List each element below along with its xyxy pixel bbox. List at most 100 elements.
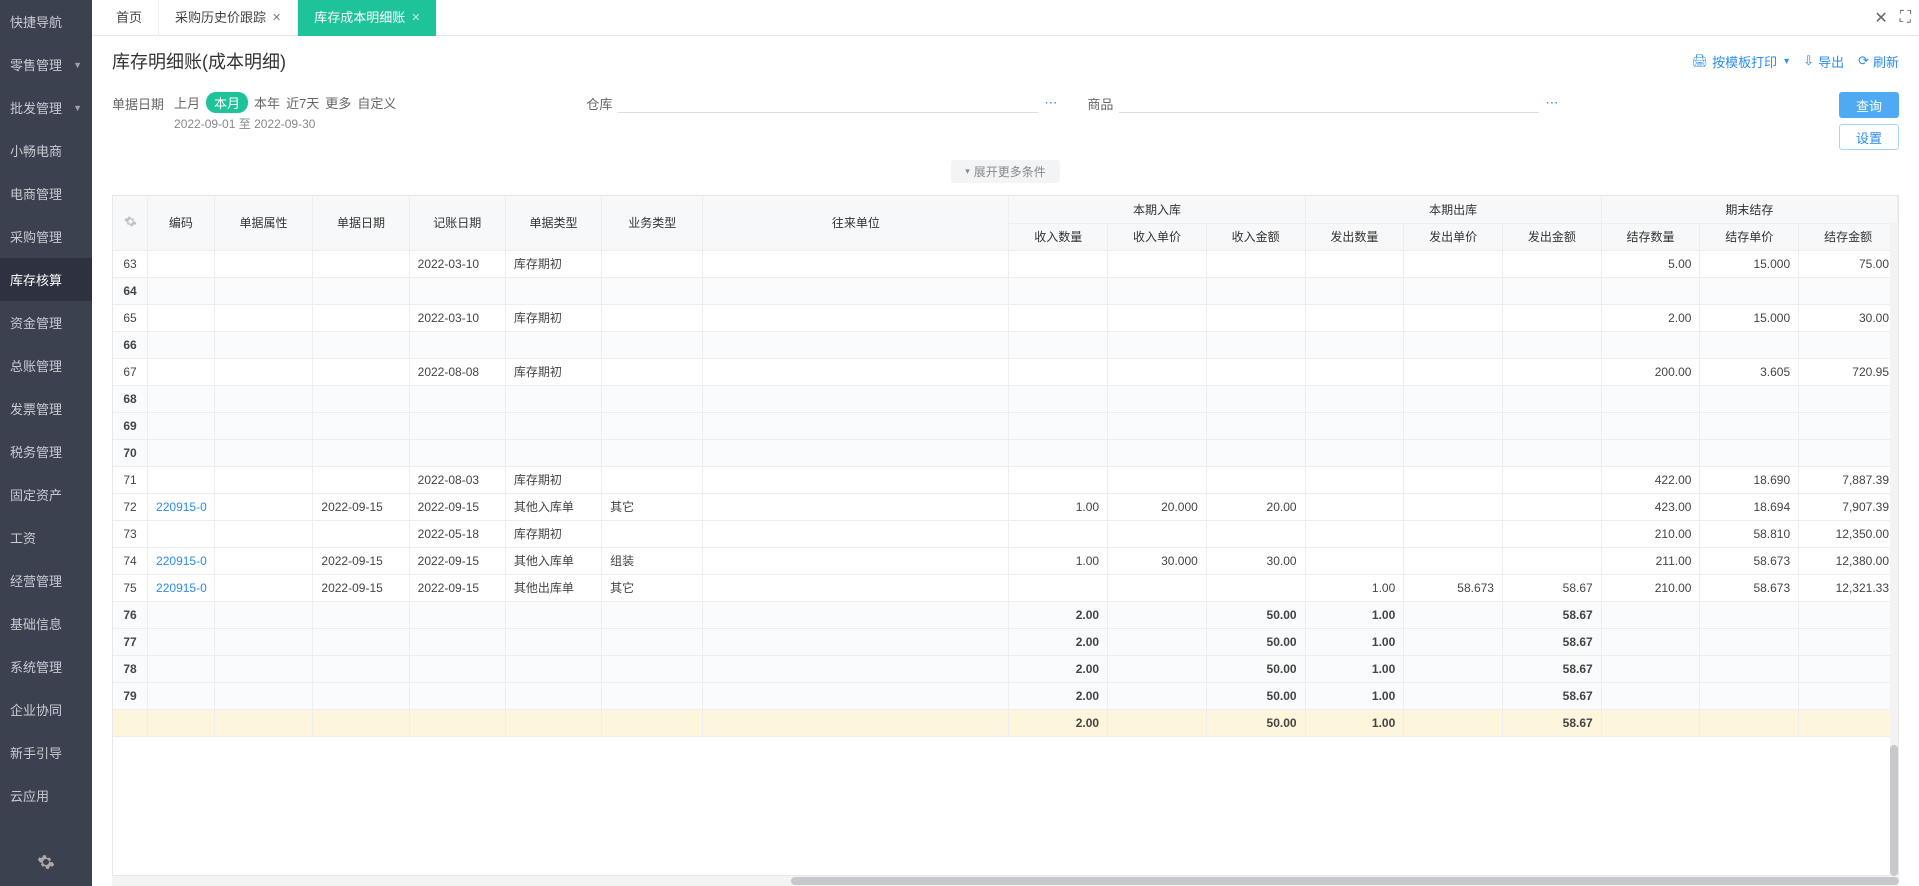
table-row[interactable]: 68 (113, 385, 1898, 412)
horizontal-scrollbar[interactable] (112, 876, 1899, 886)
table-cell[interactable]: 220915-0 (148, 574, 215, 601)
sidebar-item[interactable]: 零售管理▼ (0, 43, 92, 86)
table-row[interactable]: 70 (113, 439, 1898, 466)
date-range-option[interactable]: 近7天 (286, 93, 319, 112)
sidebar-item[interactable]: 经营管理 (0, 559, 92, 602)
warehouse-input[interactable] (618, 93, 1038, 113)
sidebar-item[interactable]: 库存核算 (0, 258, 92, 301)
col-attr[interactable]: 单据属性 (214, 196, 313, 250)
close-icon[interactable]: ✕ (272, 0, 281, 36)
table-cell (214, 439, 313, 466)
date-range-option[interactable]: 自定义 (357, 93, 396, 112)
sidebar-item[interactable]: 快捷导航 (0, 0, 92, 43)
table-cell: 74 (113, 547, 148, 574)
date-range-option[interactable]: 本年 (254, 93, 280, 112)
col-code[interactable]: 编码 (148, 196, 215, 250)
sidebar-item[interactable]: 小畅电商 (0, 129, 92, 172)
col-in-qty[interactable]: 收入数量 (1009, 223, 1108, 250)
table-row[interactable]: 66 (113, 331, 1898, 358)
col-doc-date[interactable]: 单据日期 (313, 196, 409, 250)
table-cell[interactable]: 220915-0 (148, 547, 215, 574)
sidebar-item[interactable]: 发票管理 (0, 387, 92, 430)
tab-label: 库存成本明细账 (314, 0, 405, 36)
fullscreen-icon[interactable]: ⛶ (1900, 9, 1911, 27)
sidebar-item[interactable]: 电商管理 (0, 172, 92, 215)
date-range-option[interactable]: 更多 (325, 93, 351, 112)
product-filter: 商品 ⋯ (1087, 92, 1558, 113)
sidebar-item[interactable]: 基础信息 (0, 602, 92, 645)
table-cell (1404, 250, 1503, 277)
table-row[interactable]: 792.0050.001.0058.67 (113, 682, 1898, 709)
settings-gear-icon[interactable] (37, 859, 55, 874)
col-in-price[interactable]: 收入单价 (1108, 223, 1207, 250)
table-cell (1700, 709, 1799, 736)
print-button[interactable]: 🖨按模板打印▾ (1692, 52, 1790, 71)
table-row[interactable]: 732022-05-18库存期初210.0058.81012,350.00 (113, 520, 1898, 547)
table-cell: 库存期初 (505, 466, 601, 493)
warehouse-lookup-icon[interactable]: ⋯ (1044, 95, 1057, 111)
sidebar-item[interactable]: 批发管理▼ (0, 86, 92, 129)
col-doc-type[interactable]: 单据类型 (505, 196, 601, 250)
table-cell (1404, 466, 1503, 493)
table-row[interactable]: 762.0050.001.0058.67 (113, 601, 1898, 628)
table-row[interactable]: 74220915-02022-09-152022-09-15其他入库单组装1.0… (113, 547, 1898, 574)
col-out-price[interactable]: 发出单价 (1404, 223, 1503, 250)
column-settings-button[interactable] (113, 196, 148, 250)
sidebar-item[interactable]: 采购管理 (0, 215, 92, 258)
sidebar-item[interactable]: 云应用 (0, 774, 92, 817)
tab-close-all-icon[interactable]: ✕ (1874, 8, 1887, 28)
sidebar-item[interactable]: 新手引导 (0, 731, 92, 774)
sidebar-item[interactable]: 企业协同 (0, 688, 92, 731)
vertical-scrollbar[interactable] (1890, 222, 1898, 876)
table-row[interactable]: 2.0050.001.0058.67 (113, 709, 1898, 736)
col-in-amt[interactable]: 收入金额 (1206, 223, 1305, 250)
col-partner[interactable]: 往来单位 (703, 196, 1009, 250)
sidebar-item[interactable]: 资金管理 (0, 301, 92, 344)
sidebar-item[interactable]: 总账管理 (0, 344, 92, 387)
table-cell[interactable]: 220915-0 (148, 493, 215, 520)
table-row[interactable]: 632022-03-10库存期初5.0015.00075.00 (113, 250, 1898, 277)
col-end-price[interactable]: 结存单价 (1700, 223, 1799, 250)
table-cell (214, 412, 313, 439)
col-acc-date[interactable]: 记账日期 (409, 196, 505, 250)
query-button[interactable]: 查询 (1839, 92, 1899, 118)
sidebar-item[interactable]: 工资 (0, 516, 92, 559)
date-range-option[interactable]: 上月 (174, 93, 200, 112)
table-cell (505, 709, 601, 736)
sidebar-item[interactable]: 税务管理 (0, 430, 92, 473)
tab[interactable]: 库存成本明细账✕ (298, 0, 437, 36)
settings-button[interactable]: 设置 (1839, 124, 1899, 150)
col-out-qty[interactable]: 发出数量 (1305, 223, 1404, 250)
table-row[interactable]: 652022-03-10库存期初2.0015.00030.00 (113, 304, 1898, 331)
table-row[interactable]: 75220915-02022-09-152022-09-15其他出库单其它1.0… (113, 574, 1898, 601)
table-cell: 50.00 (1206, 601, 1305, 628)
tab[interactable]: 采购历史价跟踪✕ (159, 0, 298, 36)
refresh-button[interactable]: ⟳刷新 (1858, 52, 1899, 71)
table-row[interactable]: 712022-08-03库存期初422.0018.6907,887.39 (113, 466, 1898, 493)
table-row[interactable]: 772.0050.001.0058.67 (113, 628, 1898, 655)
table-cell (1206, 358, 1305, 385)
sidebar-item[interactable]: 系统管理 (0, 645, 92, 688)
date-range-option[interactable]: 本月 (206, 92, 248, 113)
table-cell (602, 466, 703, 493)
col-end-qty[interactable]: 结存数量 (1601, 223, 1700, 250)
expand-filters-button[interactable]: ▾展开更多条件 (951, 160, 1060, 183)
col-biz-type[interactable]: 业务类型 (602, 196, 703, 250)
sidebar-item[interactable]: 固定资产 (0, 473, 92, 516)
col-end-amt[interactable]: 结存金额 (1799, 223, 1898, 250)
table-row[interactable]: 64 (113, 277, 1898, 304)
table-cell (214, 250, 313, 277)
table-row[interactable]: 69 (113, 412, 1898, 439)
table-row[interactable]: 782.0050.001.0058.67 (113, 655, 1898, 682)
table-row[interactable]: 672022-08-08库存期初200.003.605720.95 (113, 358, 1898, 385)
table-cell (1404, 385, 1503, 412)
export-button[interactable]: ⇩导出 (1803, 52, 1844, 71)
table-cell (505, 601, 601, 628)
tab[interactable]: 首页 (100, 0, 159, 36)
col-out-amt[interactable]: 发出金额 (1502, 223, 1601, 250)
product-input[interactable] (1119, 93, 1539, 113)
table-cell (1305, 547, 1404, 574)
close-icon[interactable]: ✕ (411, 0, 420, 36)
product-lookup-icon[interactable]: ⋯ (1545, 95, 1558, 111)
table-row[interactable]: 72220915-02022-09-152022-09-15其他入库单其它1.0… (113, 493, 1898, 520)
